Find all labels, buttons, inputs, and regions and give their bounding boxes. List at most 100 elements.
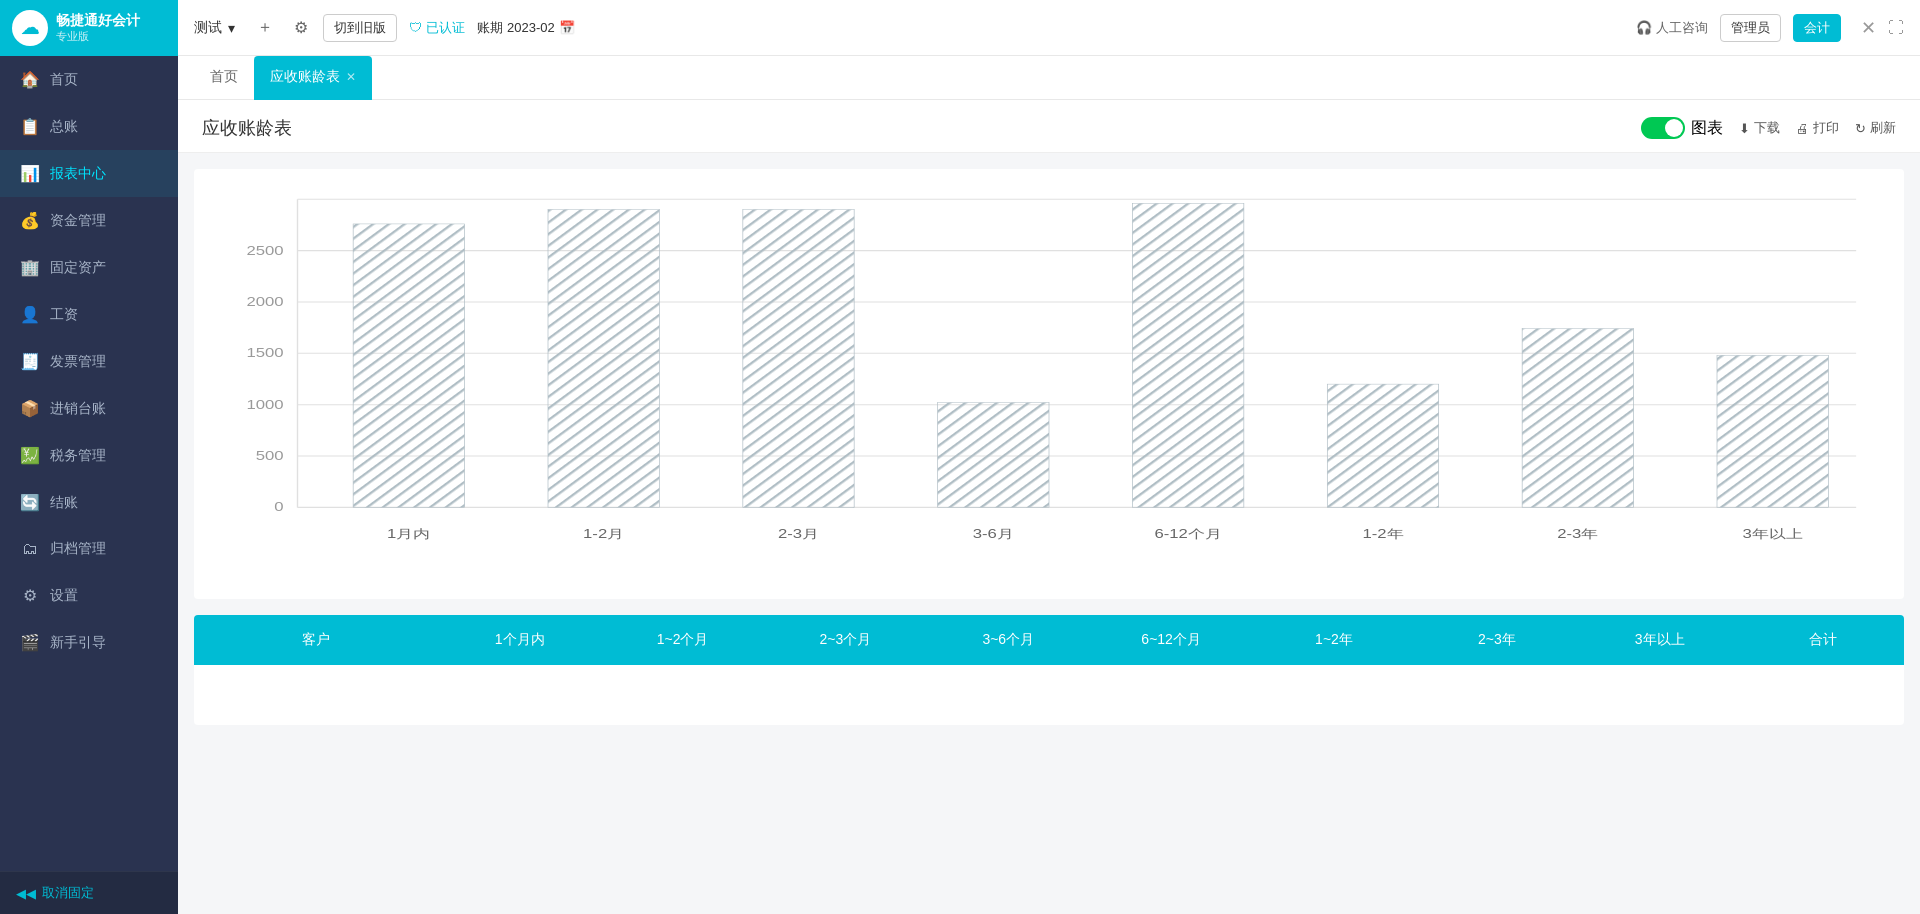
service-label: 人工咨询 bbox=[1656, 19, 1708, 37]
logo-icon: ☁ bbox=[12, 10, 48, 46]
download-button[interactable]: ⬇ 下载 bbox=[1739, 119, 1780, 137]
sidebar-item-label: 结账 bbox=[50, 494, 78, 512]
chart-toggle-label: 图表 bbox=[1691, 118, 1723, 139]
col-customer: 客户 bbox=[194, 615, 438, 665]
fund-management-icon: 💰 bbox=[20, 211, 40, 230]
sidebar-item-label: 归档管理 bbox=[50, 540, 106, 558]
svg-text:1月内: 1月内 bbox=[387, 527, 430, 540]
svg-text:500: 500 bbox=[256, 449, 284, 462]
svg-text:2-3月: 2-3月 bbox=[778, 527, 819, 540]
sidebar-item-general-ledger[interactable]: 📋 总账 bbox=[0, 103, 178, 150]
purchase-sales-icon: 📦 bbox=[20, 399, 40, 418]
svg-text:2500: 2500 bbox=[246, 244, 283, 257]
tab-close-icon[interactable]: ✕ bbox=[346, 70, 356, 84]
refresh-button[interactable]: ↻ 刷新 bbox=[1855, 119, 1896, 137]
tabs-bar: 首页 应收账龄表 ✕ bbox=[178, 56, 1920, 100]
logo-subtitle: 专业版 bbox=[56, 29, 140, 44]
archive-management-icon: 🗂 bbox=[20, 540, 40, 558]
svg-text:3年以上: 3年以上 bbox=[1742, 527, 1802, 540]
page-title: 应收账龄表 bbox=[202, 116, 292, 140]
fixed-assets-icon: 🏢 bbox=[20, 258, 40, 277]
sidebar-item-label: 报表中心 bbox=[50, 165, 106, 183]
settings-icon: ⚙ bbox=[20, 586, 40, 605]
role-accountant-button[interactable]: 会计 bbox=[1793, 14, 1841, 42]
svg-text:3-6月: 3-6月 bbox=[973, 527, 1014, 540]
tab-home[interactable]: 首页 bbox=[194, 56, 254, 100]
settlement-icon: 🔄 bbox=[20, 493, 40, 512]
topbar-right: 🎧 人工咨询 管理员 会计 ✕ ⛶ bbox=[1636, 14, 1904, 42]
payroll-icon: 👤 bbox=[20, 305, 40, 324]
sidebar-item-label: 新手引导 bbox=[50, 634, 106, 652]
sidebar-item-newcomer-guide[interactable]: 🎬 新手引导 bbox=[0, 619, 178, 666]
toggle-knob bbox=[1665, 119, 1683, 137]
svg-rect-21 bbox=[938, 403, 1049, 508]
cancel-fixed-button[interactable]: ◀◀ 取消固定 bbox=[0, 871, 178, 914]
col-6-12month: 6~12个月 bbox=[1090, 615, 1253, 665]
sidebar-item-label: 工资 bbox=[50, 306, 78, 324]
period-text-label: 账期 bbox=[477, 19, 503, 37]
svg-rect-19 bbox=[743, 210, 854, 508]
switch-version-button[interactable]: 切到旧版 bbox=[323, 14, 397, 42]
svg-rect-27 bbox=[1522, 329, 1633, 508]
sidebar-item-fixed-assets[interactable]: 🏢 固定资产 bbox=[0, 244, 178, 291]
col-1-2year: 1~2年 bbox=[1253, 615, 1416, 665]
print-label: 打印 bbox=[1813, 119, 1839, 137]
certified-badge: 🛡 已认证 bbox=[409, 19, 465, 37]
col-3plus-year: 3年以上 bbox=[1578, 615, 1741, 665]
refresh-icon: ↻ bbox=[1855, 121, 1866, 136]
sidebar-item-invoice-management[interactable]: 🧾 发票管理 bbox=[0, 338, 178, 385]
svg-text:1500: 1500 bbox=[246, 347, 283, 360]
svg-text:1000: 1000 bbox=[246, 398, 283, 411]
chart-area: 0 500 1000 1500 2000 2500 1月内 bbox=[214, 189, 1884, 569]
invoice-management-icon: 🧾 bbox=[20, 352, 40, 371]
col-total: 合计 bbox=[1741, 615, 1904, 665]
chart-toggle[interactable] bbox=[1641, 117, 1685, 139]
main-area: 测试 ▾ ＋ ⚙ 切到旧版 🛡 已认证 账期 2023-02 📅 🎧 人工咨询 … bbox=[178, 0, 1920, 914]
svg-rect-15 bbox=[353, 224, 464, 507]
sidebar-item-tax-management[interactable]: 💹 税务管理 bbox=[0, 432, 178, 479]
sidebar-item-purchase-sales[interactable]: 📦 进销台账 bbox=[0, 385, 178, 432]
tab-home-label: 首页 bbox=[210, 68, 238, 86]
sidebar-item-archive-management[interactable]: 🗂 归档管理 bbox=[0, 526, 178, 572]
logo-title: 畅捷通好会计 bbox=[56, 12, 140, 29]
chevron-down-icon: ▾ bbox=[228, 20, 235, 36]
sidebar-nav: 🏠 首页 📋 总账 📊 报表中心 💰 资金管理 🏢 固定资产 👤 工资 🧾 发票… bbox=[0, 56, 178, 871]
page-actions: 图表 ⬇ 下载 🖨 打印 ↻ 刷新 bbox=[1641, 117, 1896, 139]
certified-label: 已认证 bbox=[426, 19, 465, 37]
print-button[interactable]: 🖨 打印 bbox=[1796, 119, 1839, 137]
sidebar-item-settings[interactable]: ⚙ 设置 bbox=[0, 572, 178, 619]
chart-container: 0 500 1000 1500 2000 2500 1月内 bbox=[194, 169, 1904, 599]
content-area: 应收账龄表 图表 ⬇ 下载 🖨 打印 ↻ 刷新 bbox=[178, 100, 1920, 914]
col-3-6month: 3~6个月 bbox=[927, 615, 1090, 665]
company-selector[interactable]: 测试 ▾ bbox=[194, 19, 235, 37]
svg-rect-29 bbox=[1717, 355, 1828, 507]
refresh-label: 刷新 bbox=[1870, 119, 1896, 137]
service-button[interactable]: 🎧 人工咨询 bbox=[1636, 19, 1708, 37]
sidebar-item-payroll[interactable]: 👤 工资 bbox=[0, 291, 178, 338]
col-2-3month: 2~3个月 bbox=[764, 615, 927, 665]
add-button[interactable]: ＋ bbox=[251, 14, 279, 42]
sidebar-item-fund-management[interactable]: 💰 资金管理 bbox=[0, 197, 178, 244]
tab-aging-label: 应收账龄表 bbox=[270, 68, 340, 86]
general-ledger-icon: 📋 bbox=[20, 117, 40, 136]
sidebar-item-home[interactable]: 🏠 首页 bbox=[0, 56, 178, 103]
print-icon: 🖨 bbox=[1796, 121, 1809, 136]
sidebar-item-label: 首页 bbox=[50, 71, 78, 89]
page-header: 应收账龄表 图表 ⬇ 下载 🖨 打印 ↻ 刷新 bbox=[178, 100, 1920, 153]
tab-aging[interactable]: 应收账龄表 ✕ bbox=[254, 56, 372, 100]
sidebar-item-settlement[interactable]: 🔄 结账 bbox=[0, 479, 178, 526]
company-name: 测试 bbox=[194, 19, 222, 37]
calendar-icon[interactable]: 📅 bbox=[559, 20, 575, 35]
sidebar-item-report-center[interactable]: 📊 报表中心 bbox=[0, 150, 178, 197]
pin-icon: ◀◀ bbox=[16, 886, 36, 901]
close-button[interactable]: ✕ bbox=[1861, 17, 1876, 39]
sidebar-item-label: 总账 bbox=[50, 118, 78, 136]
expand-button[interactable]: ⛶ bbox=[1888, 19, 1904, 37]
col-1month: 1个月内 bbox=[438, 615, 601, 665]
role-manager-button[interactable]: 管理员 bbox=[1720, 14, 1781, 42]
settings-button[interactable]: ⚙ bbox=[287, 14, 315, 42]
sidebar: ☁ 畅捷通好会计 专业版 🏠 首页 📋 总账 📊 报表中心 💰 资金管理 🏢 固… bbox=[0, 0, 178, 914]
sidebar-logo: ☁ 畅捷通好会计 专业版 bbox=[0, 0, 178, 56]
sidebar-item-label: 进销台账 bbox=[50, 400, 106, 418]
cancel-fixed-label: 取消固定 bbox=[42, 884, 94, 902]
